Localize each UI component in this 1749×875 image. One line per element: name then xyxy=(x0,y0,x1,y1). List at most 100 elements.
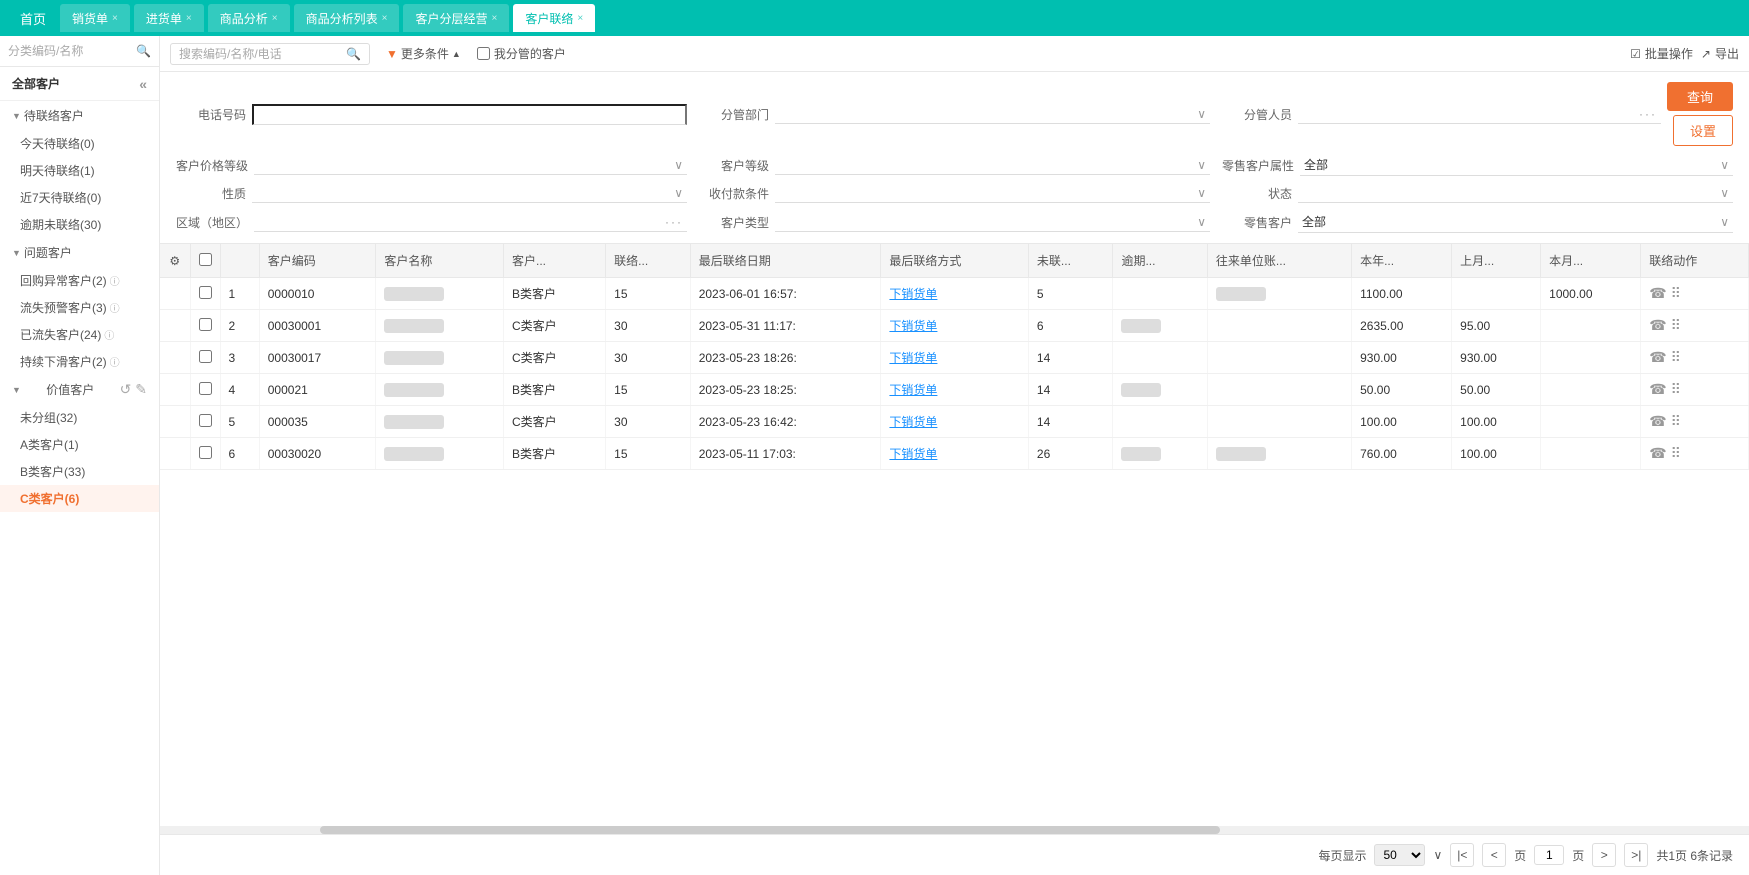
sidebar-item-today[interactable]: 今天待联络(0) xyxy=(0,130,159,157)
per-page-select[interactable]: 50 100 200 xyxy=(1374,844,1425,866)
contact-phone-icon[interactable]: ☎ xyxy=(1649,285,1666,302)
more-action-icon[interactable]: ⠿ xyxy=(1671,317,1681,334)
batch-ops-button[interactable]: ☑ 批量操作 xyxy=(1630,45,1693,62)
nature-select[interactable]: ∨ xyxy=(252,184,687,203)
row-last-contact-method[interactable]: 下销货单 xyxy=(881,310,1029,342)
sidebar-item-7days[interactable]: 近7天待联络(0) xyxy=(0,184,159,211)
customer-type-select[interactable]: ∨ xyxy=(775,213,1210,232)
sidebar-item-b-class[interactable]: B类客户(33) xyxy=(0,458,159,485)
nav-tab-analysis[interactable]: 商品分析 × xyxy=(208,4,290,32)
row-checkbox[interactable] xyxy=(199,318,212,331)
price-level-select[interactable]: ∨ xyxy=(254,156,687,175)
manager-dots[interactable]: ··· xyxy=(1639,107,1657,121)
th-overdue[interactable]: 逾期... xyxy=(1113,244,1207,278)
row-last-contact-method[interactable]: 下销货单 xyxy=(881,438,1029,470)
row-check[interactable] xyxy=(190,310,220,342)
customer-level-select[interactable]: ∨ xyxy=(775,156,1210,175)
sidebar-item-churn-warning[interactable]: 流失预警客户(3) ⓘ xyxy=(0,294,159,321)
search-input[interactable] xyxy=(179,47,342,61)
contact-method-link[interactable]: 下销货单 xyxy=(889,415,937,429)
more-action-icon[interactable]: ⠿ xyxy=(1671,285,1681,302)
close-purchase-tab[interactable]: × xyxy=(186,13,192,24)
row-check[interactable] xyxy=(190,278,220,310)
row-checkbox[interactable] xyxy=(199,446,212,459)
status-select[interactable]: ∨ xyxy=(1298,184,1733,203)
contact-phone-icon[interactable]: ☎ xyxy=(1649,349,1666,366)
sidebar-item-ungroup[interactable]: 未分组(32) xyxy=(0,404,159,431)
th-this-month[interactable]: 本月... xyxy=(1541,244,1641,278)
my-customers-checkbox[interactable]: 我分管的客户 xyxy=(477,45,566,62)
th-customer-type[interactable]: 客户... xyxy=(503,244,605,278)
horizontal-scrollbar[interactable] xyxy=(160,826,1749,834)
row-last-contact-method[interactable]: 下销货单 xyxy=(881,374,1029,406)
row-check[interactable] xyxy=(190,406,220,438)
row-check[interactable] xyxy=(190,438,220,470)
contact-phone-icon[interactable]: ☎ xyxy=(1649,445,1666,462)
page-number-input[interactable] xyxy=(1534,845,1564,865)
sidebar-item-repurchase[interactable]: 回购异常客户(2) ⓘ xyxy=(0,267,159,294)
payment-select[interactable]: ∨ xyxy=(775,184,1210,203)
more-action-icon[interactable]: ⠿ xyxy=(1671,381,1681,398)
collapse-sidebar-icon[interactable]: « xyxy=(139,76,147,92)
dept-select[interactable]: ∨ xyxy=(775,105,1210,124)
row-last-contact-method[interactable]: 下销货单 xyxy=(881,342,1029,374)
first-page-button[interactable]: |< xyxy=(1450,843,1474,867)
row-checkbox[interactable] xyxy=(199,414,212,427)
close-analysis-list-tab[interactable]: × xyxy=(382,13,388,24)
nav-tab-sales[interactable]: 销货单 × xyxy=(60,4,130,32)
export-button[interactable]: ↗ 导出 xyxy=(1701,45,1739,62)
th-last-month[interactable]: 上月... xyxy=(1452,244,1541,278)
row-check[interactable] xyxy=(190,342,220,374)
th-name[interactable]: 客户名称 xyxy=(376,244,504,278)
next-page-button[interactable]: > xyxy=(1592,843,1616,867)
row-check[interactable] xyxy=(190,374,220,406)
query-button[interactable]: 查询 xyxy=(1667,82,1733,111)
more-action-icon[interactable]: ⠿ xyxy=(1671,349,1681,366)
th-not-contacted[interactable]: 未联... xyxy=(1028,244,1113,278)
row-checkbox[interactable] xyxy=(199,382,212,395)
retail-attr-select[interactable]: 全部 ∨ xyxy=(1300,154,1733,176)
area-dots[interactable]: ··· xyxy=(665,215,683,229)
row-checkbox[interactable] xyxy=(199,350,212,363)
prev-page-button[interactable]: < xyxy=(1482,843,1506,867)
sidebar-item-c-class[interactable]: C类客户(6) xyxy=(0,485,159,512)
settings-button[interactable]: 设置 xyxy=(1673,115,1733,146)
sidebar-item-overdue[interactable]: 逾期未联络(30) xyxy=(0,211,159,238)
th-contact-days[interactable]: 联络... xyxy=(606,244,691,278)
nav-tab-purchase[interactable]: 进货单 × xyxy=(134,4,204,32)
th-check[interactable] xyxy=(190,244,220,278)
sidebar-item-churned[interactable]: 已流失客户(24) ⓘ xyxy=(0,321,159,348)
sidebar-search-icon[interactable]: 🔍 xyxy=(136,44,151,58)
contact-phone-icon[interactable]: ☎ xyxy=(1649,317,1666,334)
last-page-button[interactable]: >| xyxy=(1624,843,1648,867)
close-sales-tab[interactable]: × xyxy=(112,13,118,24)
th-settings[interactable]: ⚙ xyxy=(160,244,190,278)
nav-tab-analysis-list[interactable]: 商品分析列表 × xyxy=(294,4,400,32)
th-account[interactable]: 往来单位账... xyxy=(1207,244,1351,278)
select-all-checkbox[interactable] xyxy=(199,253,212,266)
more-action-icon[interactable]: ⠿ xyxy=(1671,413,1681,430)
contact-method-link[interactable]: 下销货单 xyxy=(889,351,937,365)
contact-method-link[interactable]: 下销货单 xyxy=(889,319,937,333)
nav-tab-customer-segment[interactable]: 客户分层经营 × xyxy=(403,4,509,32)
sidebar-all-customers[interactable]: 全部客户 « xyxy=(0,67,159,101)
sidebar-item-declining[interactable]: 持续下滑客户(2) ⓘ xyxy=(0,348,159,375)
th-code[interactable]: 客户编码 xyxy=(259,244,376,278)
contact-phone-icon[interactable]: ☎ xyxy=(1649,381,1666,398)
nav-tab-customer-contact[interactable]: 客户联络 × xyxy=(513,4,595,32)
more-conditions-button[interactable]: ▼ 更多条件 ▲ xyxy=(378,42,469,65)
close-analysis-tab[interactable]: × xyxy=(272,13,278,24)
th-last-contact-date[interactable]: 最后联络日期 xyxy=(690,244,881,278)
scrollbar-thumb[interactable] xyxy=(320,826,1220,834)
row-last-contact-method[interactable]: 下销货单 xyxy=(881,406,1029,438)
nav-home[interactable]: 首页 xyxy=(10,9,56,28)
close-segment-tab[interactable]: × xyxy=(491,13,497,24)
sidebar-section-value[interactable]: 价值客户 ↺ ✎ xyxy=(0,375,159,404)
search-icon[interactable]: 🔍 xyxy=(346,47,361,61)
row-last-contact-method[interactable]: 下销货单 xyxy=(881,278,1029,310)
contact-phone-icon[interactable]: ☎ xyxy=(1649,413,1666,430)
sidebar-item-tomorrow[interactable]: 明天待联络(1) xyxy=(0,157,159,184)
close-contact-tab[interactable]: × xyxy=(577,13,583,24)
th-year-amount[interactable]: 本年... xyxy=(1352,244,1452,278)
th-last-contact-method[interactable]: 最后联络方式 xyxy=(881,244,1029,278)
